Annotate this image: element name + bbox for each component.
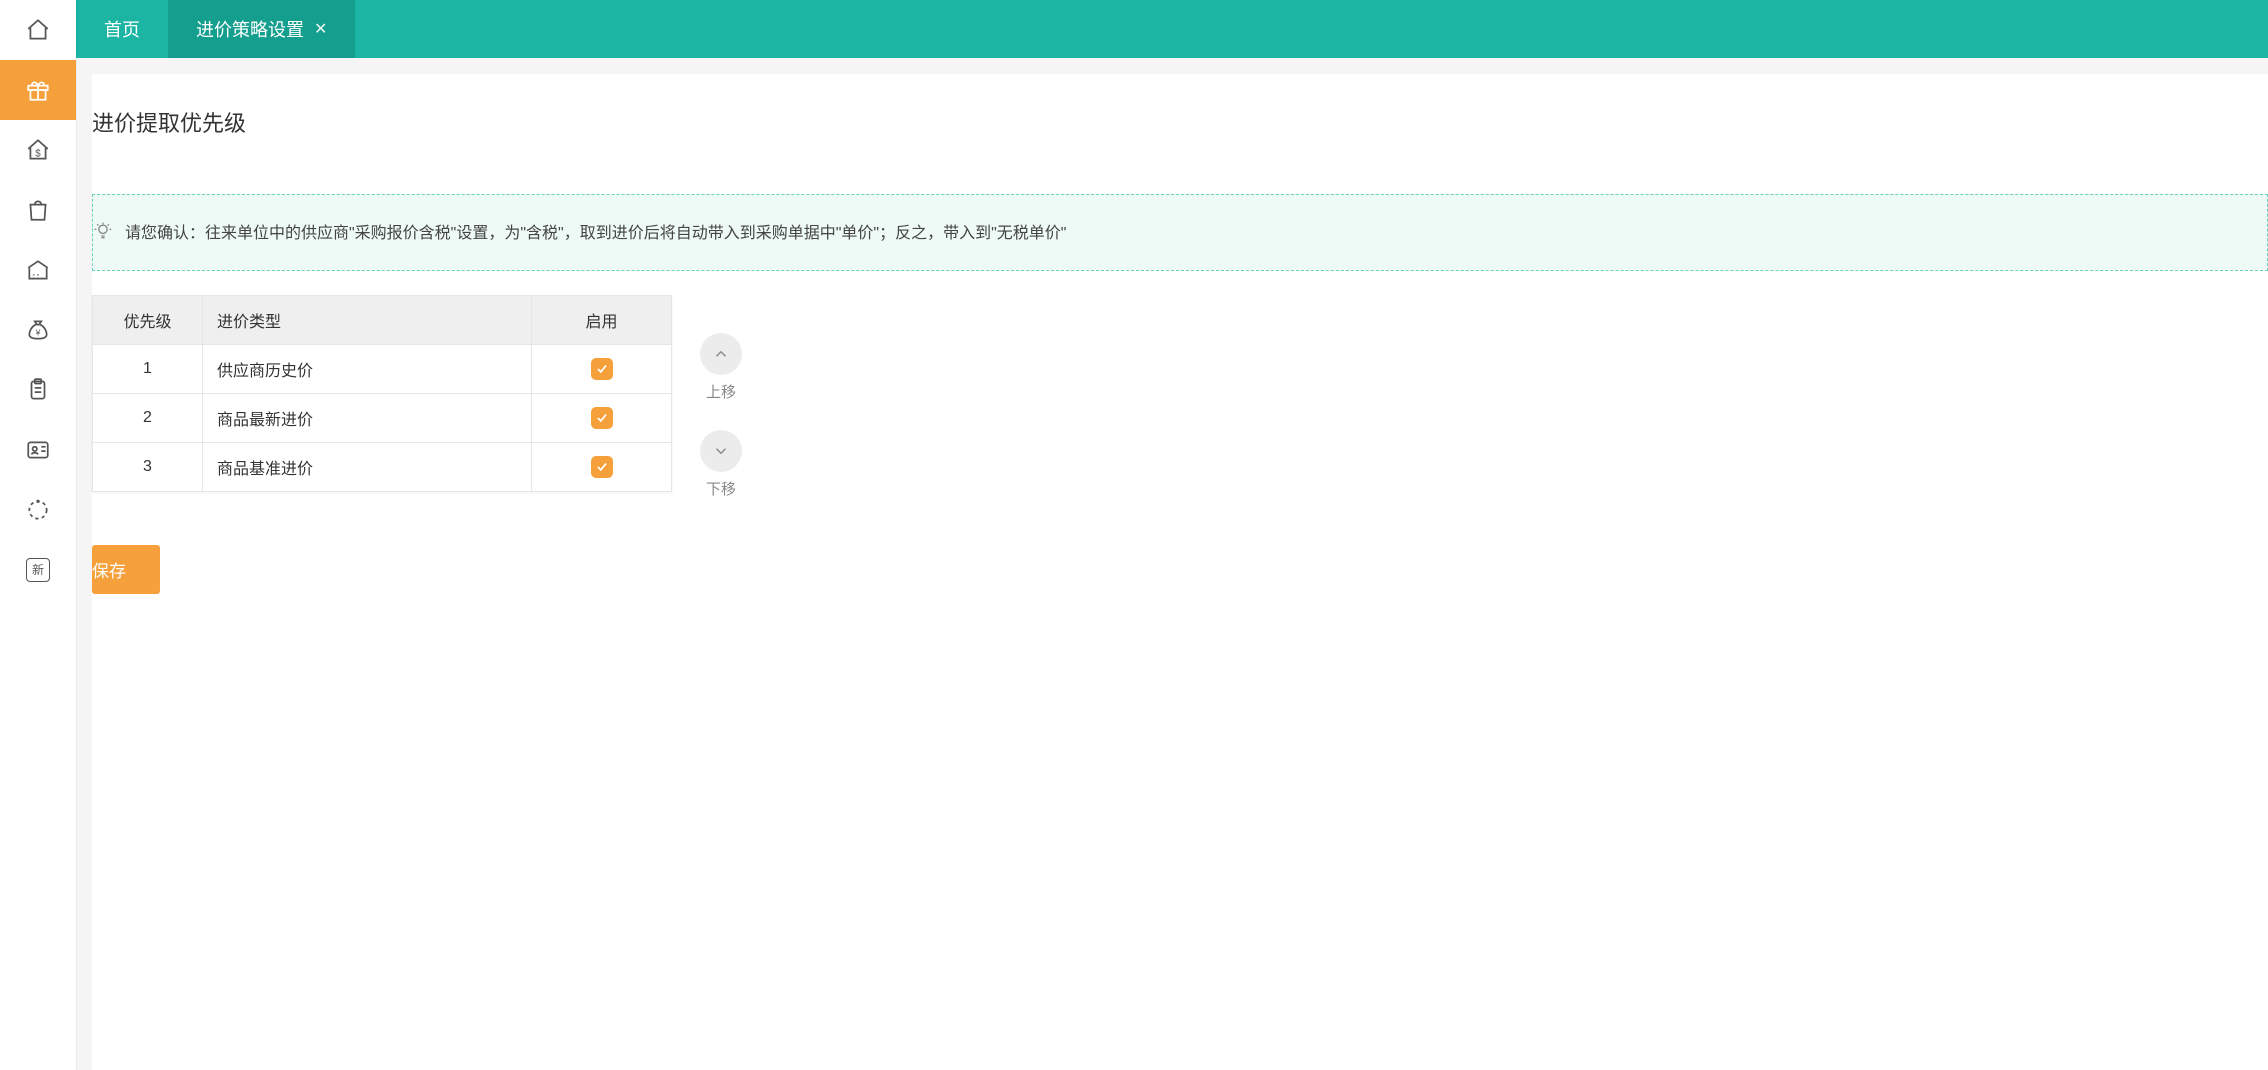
nav-finance[interactable]: ¥: [0, 300, 76, 360]
cycle-icon: [25, 497, 51, 523]
table-row[interactable]: 1 供应商历史价: [93, 345, 672, 394]
nav-gift[interactable]: [0, 60, 76, 120]
chevron-up-icon: [712, 345, 730, 363]
priority-section: 优先级 进价类型 启用 1 供应商历史价: [92, 295, 2268, 499]
notice-text: 请您确认：往来单位中的供应商"采购报价含税"设置，为"含税"，取到进价后将自动带…: [125, 219, 1066, 243]
th-enabled: 启用: [532, 296, 672, 345]
tab-label: 进价策略设置: [196, 16, 304, 42]
table-row[interactable]: 2 商品最新进价: [93, 394, 672, 443]
cell-enabled: [532, 394, 672, 443]
move-down-label: 下移: [706, 478, 736, 499]
cell-priority: 1: [93, 345, 203, 394]
move-controls: 上移 下移: [700, 295, 742, 499]
nav-home[interactable]: [0, 0, 76, 60]
chevron-down-icon: [712, 442, 730, 460]
move-up-label: 上移: [706, 381, 736, 402]
lightbulb-icon: [93, 221, 113, 246]
cell-priority: 3: [93, 443, 203, 492]
nav-bag[interactable]: [0, 180, 76, 240]
cell-type: 供应商历史价: [203, 345, 532, 394]
save-button[interactable]: 保存: [92, 545, 160, 594]
move-up-button[interactable]: [700, 333, 742, 375]
nav-new[interactable]: 新: [0, 540, 76, 600]
nav-warehouse[interactable]: [0, 240, 76, 300]
content-scroll: 进价提取优先级 请您确认：往来单位中的供应商"采购报价含税"设置，为"含税"，取…: [76, 58, 2268, 1070]
cell-enabled: [532, 345, 672, 394]
cell-priority: 2: [93, 394, 203, 443]
money-bag-icon: ¥: [25, 317, 51, 343]
clipboard-icon: [25, 377, 51, 403]
gift-icon: [25, 77, 51, 103]
nav-contacts[interactable]: [0, 420, 76, 480]
warehouse-icon: [25, 257, 51, 283]
nav-clipboard[interactable]: [0, 360, 76, 420]
tab-bar: 首页 进价策略设置 ✕: [76, 0, 2268, 58]
home-icon: [25, 17, 51, 43]
dollar-house-icon: $: [25, 137, 51, 163]
contact-card-icon: [25, 437, 51, 463]
cell-type: 商品最新进价: [203, 394, 532, 443]
tab-home[interactable]: 首页: [76, 0, 168, 58]
move-down-button[interactable]: [700, 430, 742, 472]
page-title: 进价提取优先级: [92, 106, 2268, 166]
notice-box: 请您确认：往来单位中的供应商"采购报价含税"设置，为"含税"，取到进价后将自动带…: [92, 194, 2268, 271]
priority-table: 优先级 进价类型 启用 1 供应商历史价: [92, 295, 672, 492]
th-type: 进价类型: [203, 296, 532, 345]
th-priority: 优先级: [93, 296, 203, 345]
tab-price-strategy[interactable]: 进价策略设置 ✕: [168, 0, 355, 58]
nav-cycle[interactable]: [0, 480, 76, 540]
checkbox-checked[interactable]: [591, 358, 613, 380]
nav-sales[interactable]: $: [0, 120, 76, 180]
cell-type: 商品基准进价: [203, 443, 532, 492]
shopping-bag-icon: [25, 197, 51, 223]
new-badge-icon: 新: [26, 558, 50, 582]
panel: 进价提取优先级 请您确认：往来单位中的供应商"采购报价含税"设置，为"含税"，取…: [92, 74, 2268, 1070]
main-area: 首页 进价策略设置 ✕ 进价提取优先级 请您确认：往来单位中的供应商"采购报价含…: [76, 0, 2268, 1070]
svg-text:$: $: [35, 149, 41, 160]
close-icon[interactable]: ✕: [314, 19, 327, 39]
side-nav: $ ¥ 新: [0, 0, 76, 1070]
cell-enabled: [532, 443, 672, 492]
svg-text:¥: ¥: [35, 327, 41, 337]
tab-label: 首页: [104, 16, 140, 42]
checkbox-checked[interactable]: [591, 407, 613, 429]
table-row[interactable]: 3 商品基准进价: [93, 443, 672, 492]
checkbox-checked[interactable]: [591, 456, 613, 478]
